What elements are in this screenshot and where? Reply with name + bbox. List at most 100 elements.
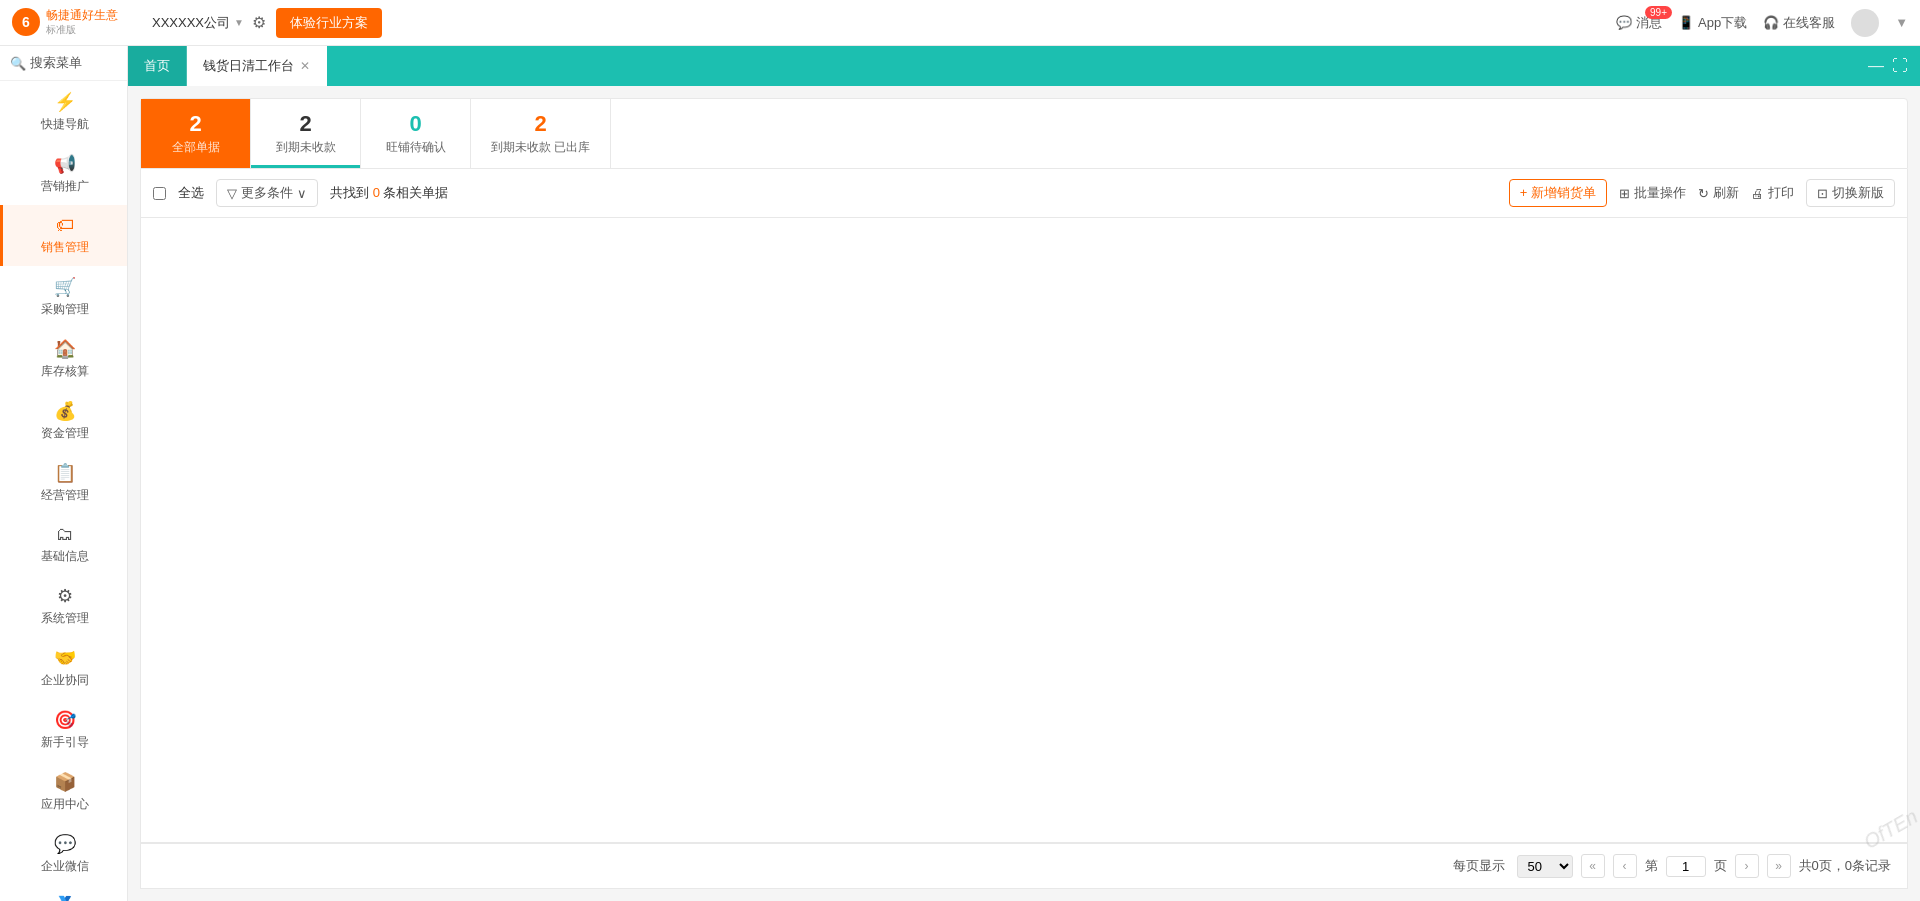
online-service-item[interactable]: 🎧 在线客服 xyxy=(1763,14,1835,32)
refresh-icon: ↻ xyxy=(1698,186,1709,201)
select-all-checkbox[interactable] xyxy=(153,187,166,200)
per-page-select[interactable]: 50 100 200 xyxy=(1517,855,1573,878)
page-number-input[interactable] xyxy=(1666,856,1706,877)
found-suffix: 条相关单据 xyxy=(383,185,448,200)
prev-page-button[interactable]: ‹ xyxy=(1613,854,1637,878)
top-header: 6 畅捷通好生意 标准版 XXXXXX公司 ▼ ⚙ 体验行业方案 💬 消息 99… xyxy=(0,0,1920,46)
sidebar-item-wechat[interactable]: 💬 企业微信 xyxy=(0,823,127,885)
batch-button[interactable]: ⊞ 批量操作 xyxy=(1619,184,1686,202)
sidebar-label-wechat: 企业微信 xyxy=(41,858,89,875)
enterprise-icon: 🤝 xyxy=(54,647,76,669)
trial-button[interactable]: 体验行业方案 xyxy=(276,8,382,38)
marketing-icon: 📢 xyxy=(54,153,76,175)
sidebar-label-quick-nav: 快捷导航 xyxy=(41,116,89,133)
avatar[interactable] xyxy=(1851,9,1879,37)
sidebar-label-app-center: 应用中心 xyxy=(41,796,89,813)
sidebar-item-basic-info[interactable]: 🗂 基础信息 xyxy=(0,514,127,575)
company-dropdown-arrow: ▼ xyxy=(234,17,244,28)
tab-maximize-icon[interactable]: ⛶ xyxy=(1892,57,1908,75)
online-service-label: 在线客服 xyxy=(1783,14,1835,32)
stat-tab-all[interactable]: 2 全部单据 xyxy=(141,99,251,168)
batch-label: 批量操作 xyxy=(1634,184,1686,202)
found-count: 0 xyxy=(373,185,380,200)
service-icon: 🎧 xyxy=(1763,15,1779,30)
sidebar-item-sales[interactable]: 🏷 销售管理 xyxy=(0,205,127,266)
logo-icon: 6 xyxy=(12,8,40,36)
refresh-label: 刷新 xyxy=(1713,184,1739,202)
add-order-button[interactable]: + 新增销货单 xyxy=(1509,179,1607,207)
sidebar-item-guide[interactable]: 🎯 新手引导 xyxy=(0,699,127,761)
sidebar-label-enterprise: 企业协同 xyxy=(41,672,89,689)
tab-home[interactable]: 首页 xyxy=(128,46,187,86)
guide-icon: 🎯 xyxy=(54,709,76,731)
switch-version-button[interactable]: ⊡ 切换新版 xyxy=(1806,179,1895,207)
last-page-button[interactable]: » xyxy=(1767,854,1791,878)
select-all-label: 全选 xyxy=(178,184,204,202)
page-label-2: 页 xyxy=(1714,857,1727,875)
messages-item[interactable]: 💬 消息 99+ xyxy=(1616,14,1662,32)
stats-tabs: 2 全部单据 2 到期未收款 0 旺铺待确认 2 到期未收款 已出库 xyxy=(140,98,1908,169)
sidebar-label-guide: 新手引导 xyxy=(41,734,89,751)
batch-icon: ⊞ xyxy=(1619,186,1630,201)
company-selector[interactable]: XXXXXX公司 ▼ xyxy=(152,14,244,32)
found-info: 共找到 0 条相关单据 xyxy=(330,184,448,202)
messages-badge: 99+ xyxy=(1645,6,1672,19)
tab-workbench-label: 钱货日清工作台 xyxy=(203,57,294,75)
print-label: 打印 xyxy=(1768,184,1794,202)
sidebar-item-system[interactable]: ⚙ 系统管理 xyxy=(0,575,127,637)
user-name-item[interactable]: ▼ xyxy=(1895,15,1908,30)
sidebar-item-finance[interactable]: 💰 资金管理 xyxy=(0,390,127,452)
basic-info-icon: 🗂 xyxy=(56,524,74,545)
sidebar-item-member[interactable]: 🏅 畅会员 xyxy=(0,885,127,901)
sidebar: 🔍 搜索菜单 ⚡ 快捷导航 📢 营销推广 🏷 销售管理 🛒 采购管理 🏠 库存核… xyxy=(0,46,128,901)
sidebar-item-operation[interactable]: 📋 经营管理 xyxy=(0,452,127,514)
page-label: 第 xyxy=(1645,857,1658,875)
stat-label-overdue-shipped: 到期未收款 已出库 xyxy=(491,139,590,156)
page-body: 2 全部单据 2 到期未收款 0 旺铺待确认 2 到期未收款 已出库 全选 ▽ xyxy=(128,86,1920,901)
tab-minimize-icon[interactable]: — xyxy=(1868,57,1884,75)
stat-underline-overdue xyxy=(251,165,360,168)
sidebar-item-marketing[interactable]: 📢 营销推广 xyxy=(0,143,127,205)
filter-button[interactable]: ▽ 更多条件 ∨ xyxy=(216,179,318,207)
sidebar-item-purchase[interactable]: 🛒 采购管理 xyxy=(0,266,127,328)
stat-label-pending: 旺铺待确认 xyxy=(381,139,450,156)
next-page-button[interactable]: › xyxy=(1735,854,1759,878)
stat-tab-overdue[interactable]: 2 到期未收款 xyxy=(251,99,361,168)
sales-icon: 🏷 xyxy=(56,215,74,236)
tab-workbench[interactable]: 钱货日清工作台 ✕ xyxy=(187,46,327,86)
print-button[interactable]: 🖨 打印 xyxy=(1751,184,1794,202)
stat-tab-overdue-shipped[interactable]: 2 到期未收款 已出库 xyxy=(471,99,611,168)
header-right: 💬 消息 99+ 📱 App下载 🎧 在线客服 ▼ xyxy=(1616,9,1908,37)
purchase-icon: 🛒 xyxy=(54,276,76,298)
app-download-item[interactable]: 📱 App下载 xyxy=(1678,14,1747,32)
toolbar-right: + 新增销货单 ⊞ 批量操作 ↻ 刷新 🖨 打印 ⊡ 切换新版 xyxy=(1509,179,1895,207)
sidebar-label-marketing: 营销推广 xyxy=(41,178,89,195)
sidebar-item-app-center[interactable]: 📦 应用中心 xyxy=(0,761,127,823)
member-icon: 🏅 xyxy=(54,895,76,901)
stat-num-overdue: 2 xyxy=(271,111,340,137)
filter-arrow-icon: ∨ xyxy=(297,186,307,201)
sidebar-item-enterprise[interactable]: 🤝 企业协同 xyxy=(0,637,127,699)
stat-tab-pending[interactable]: 0 旺铺待确认 xyxy=(361,99,471,168)
switch-label: 切换新版 xyxy=(1832,184,1884,202)
stat-label-overdue: 到期未收款 xyxy=(271,139,340,156)
operation-icon: 📋 xyxy=(54,462,76,484)
sidebar-search[interactable]: 🔍 搜索菜单 xyxy=(0,46,127,81)
pagination-bar: 每页显示 50 100 200 « ‹ 第 页 › » 共0页，0条记录 xyxy=(140,843,1908,889)
sidebar-search-label: 搜索菜单 xyxy=(30,54,82,72)
sidebar-item-inventory[interactable]: 🏠 库存核算 xyxy=(0,328,127,390)
system-icon: ⚙ xyxy=(57,585,73,607)
refresh-button[interactable]: ↻ 刷新 xyxy=(1698,184,1739,202)
first-page-button[interactable]: « xyxy=(1581,854,1605,878)
settings-icon[interactable]: ⚙ xyxy=(252,13,266,32)
search-icon: 🔍 xyxy=(10,56,26,71)
sidebar-label-sales: 销售管理 xyxy=(41,239,89,256)
quick-nav-icon: ⚡ xyxy=(54,91,76,113)
table-area xyxy=(140,218,1908,843)
company-name: XXXXXX公司 xyxy=(152,14,230,32)
stat-num-all: 2 xyxy=(161,111,230,137)
sidebar-item-quick-nav[interactable]: ⚡ 快捷导航 xyxy=(0,81,127,143)
finance-icon: 💰 xyxy=(54,400,76,422)
filter-icon: ▽ xyxy=(227,186,237,201)
tab-close-icon[interactable]: ✕ xyxy=(300,59,310,73)
